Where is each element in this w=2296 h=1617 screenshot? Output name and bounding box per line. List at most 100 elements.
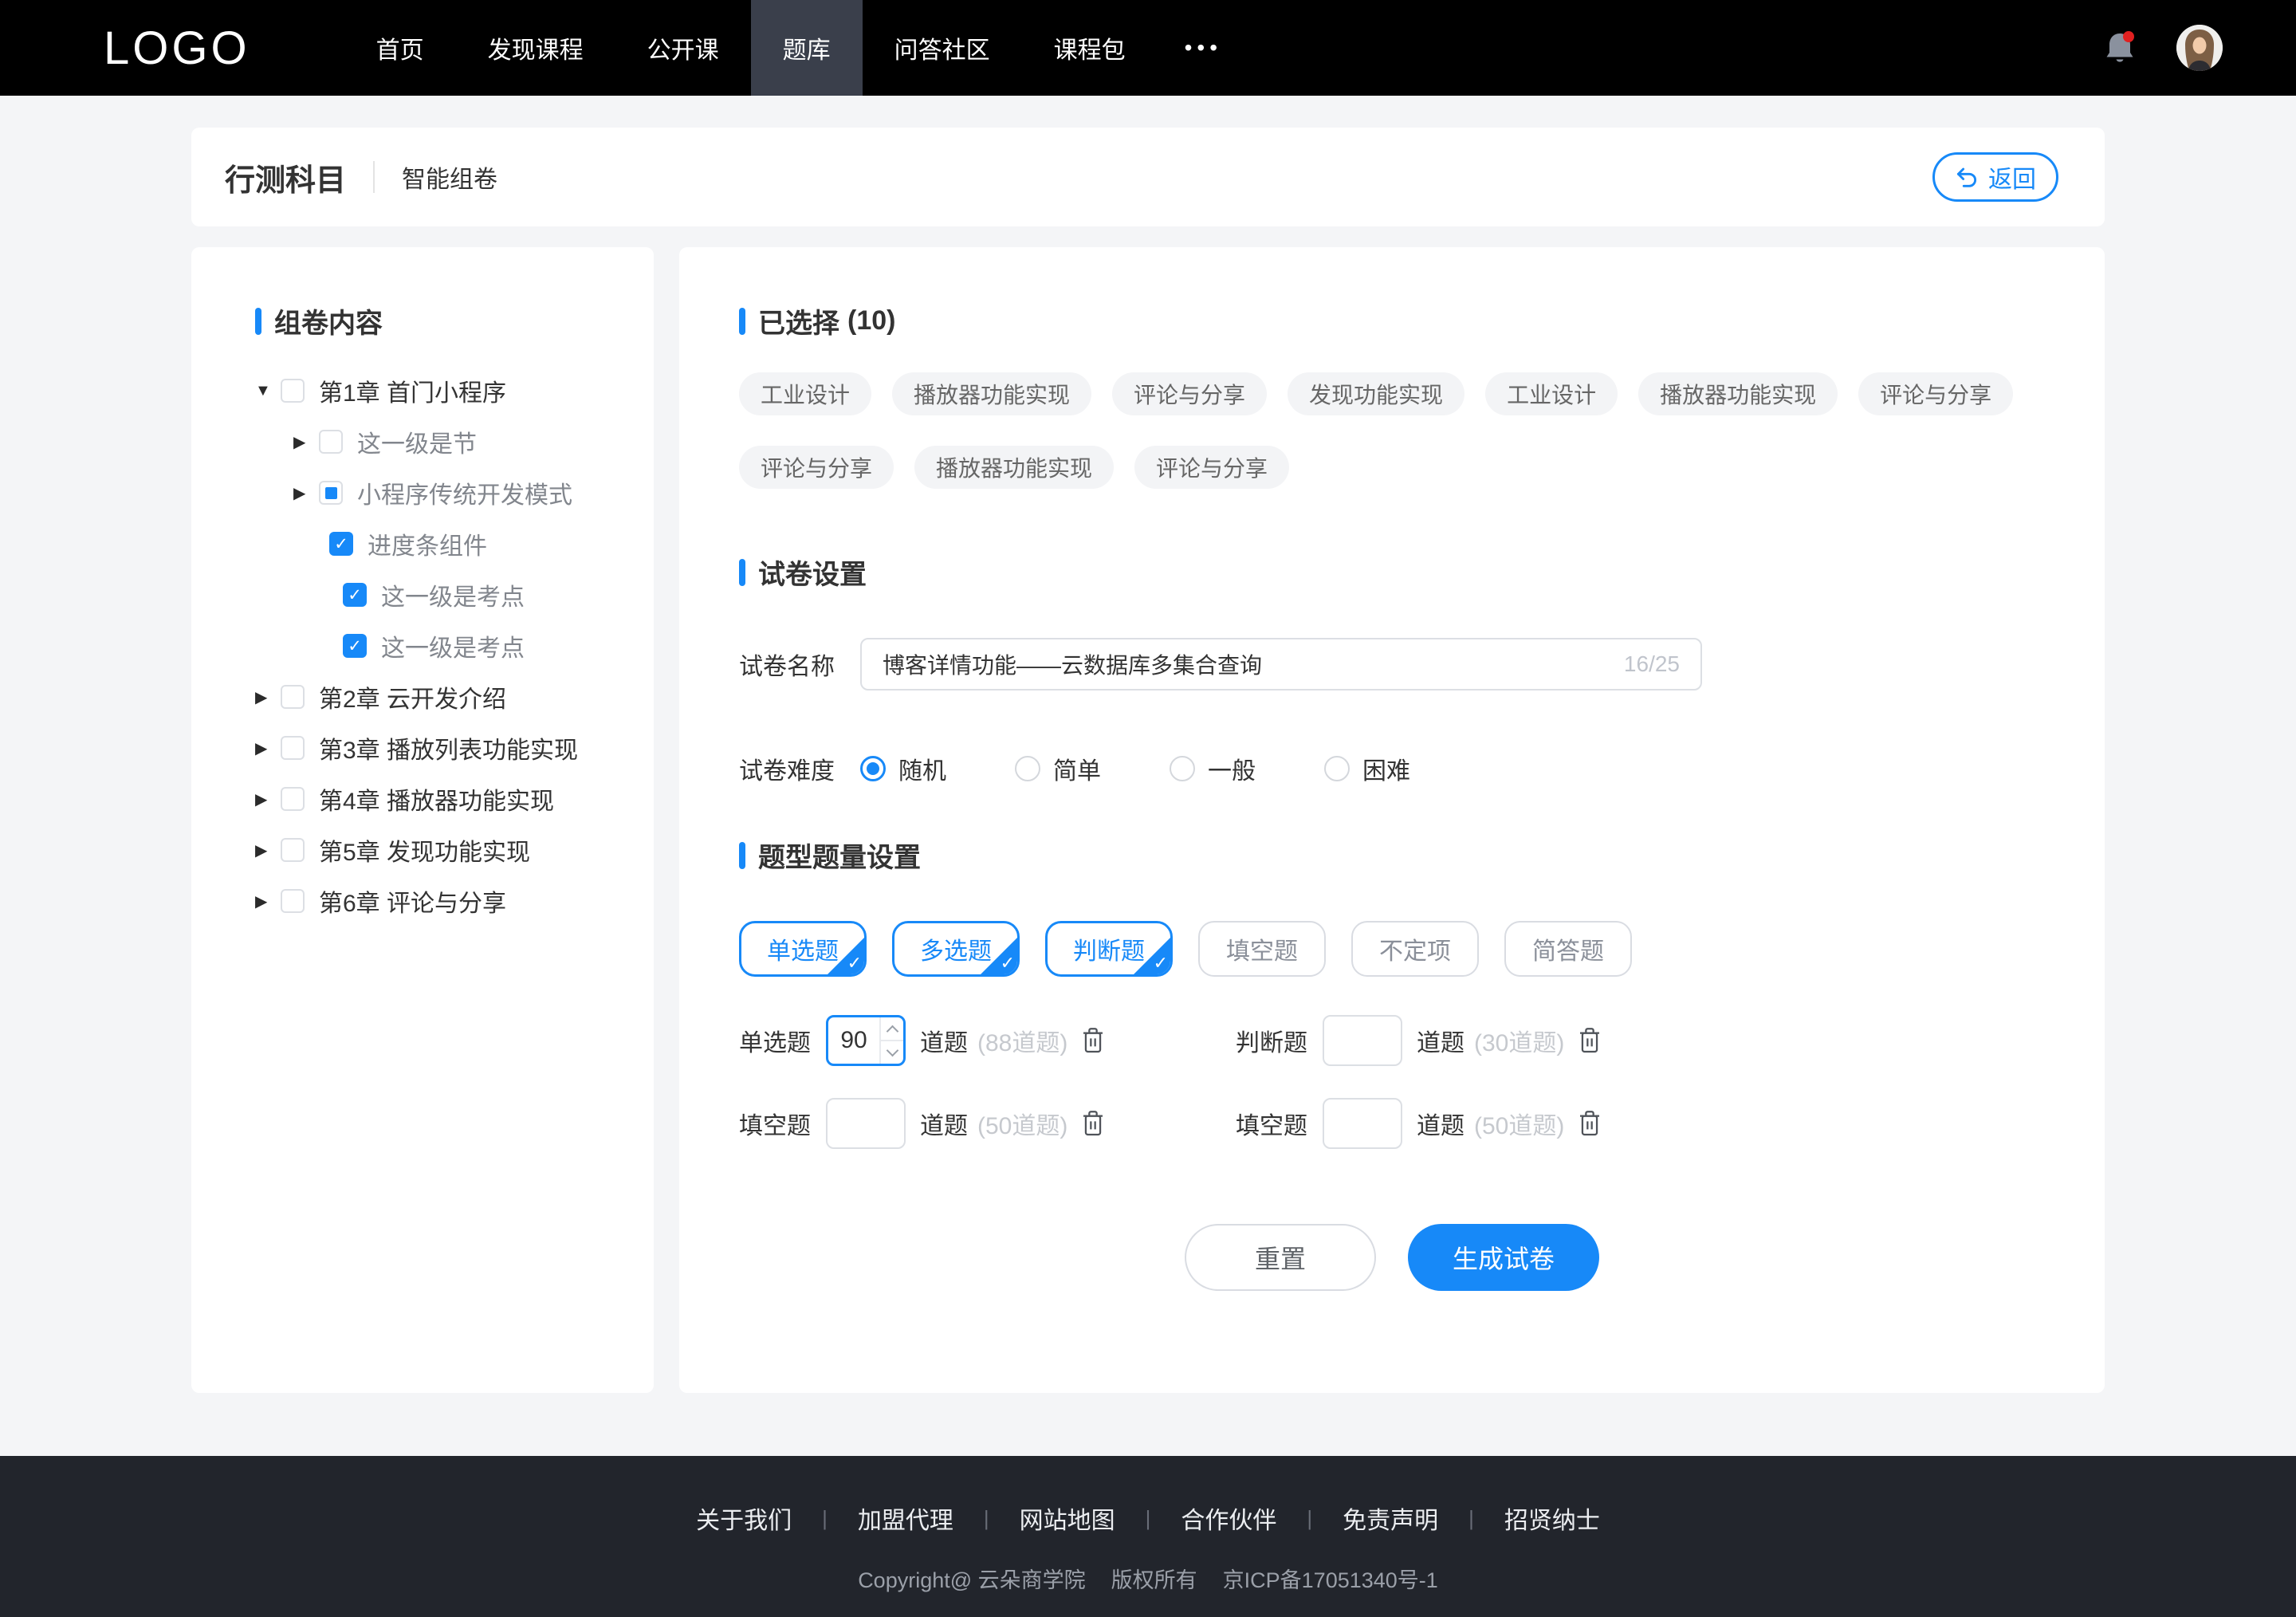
tree-node-label: 第2章 云开发介绍 bbox=[319, 687, 507, 713]
footer-link[interactable]: 加盟代理 bbox=[858, 1501, 953, 1536]
question-type-button[interactable]: 不定项 bbox=[1351, 921, 1479, 977]
tree-checkbox-checked[interactable]: ✓ bbox=[343, 583, 367, 607]
tree-collapse-icon[interactable]: ▼ bbox=[255, 382, 281, 400]
footer-link[interactable]: 合作伙伴 bbox=[1181, 1501, 1276, 1536]
tree-checkbox-checked[interactable]: ✓ bbox=[329, 532, 353, 556]
delete-row-button[interactable] bbox=[1577, 1109, 1602, 1138]
quantity-unit: 道题 bbox=[1417, 1030, 1464, 1056]
quantity-input[interactable] bbox=[1323, 1098, 1402, 1149]
tree-expand-icon[interactable]: ▶ bbox=[255, 891, 281, 911]
tree-expand-icon[interactable]: ▶ bbox=[255, 789, 281, 809]
nav-item[interactable]: 课程包 bbox=[1022, 0, 1158, 96]
tree-expand-icon[interactable]: ▶ bbox=[255, 687, 281, 707]
quantity-row: 填空题 道题 (50道题) bbox=[1236, 1098, 1732, 1149]
question-type-button[interactable]: 填空题 bbox=[1198, 921, 1326, 977]
difficulty-option[interactable]: 困难 bbox=[1324, 751, 1410, 786]
quantity-unit: 道题 bbox=[920, 1030, 968, 1056]
tree-checkbox-checked[interactable]: ✓ bbox=[343, 634, 367, 658]
quantity-input[interactable] bbox=[826, 1098, 906, 1149]
nav-more-button[interactable]: ••• bbox=[1158, 0, 1249, 96]
radio-icon[interactable] bbox=[1015, 756, 1040, 781]
selected-tag[interactable]: 播放器功能实现 bbox=[1638, 372, 1838, 415]
nav-item[interactable]: 问答社区 bbox=[863, 0, 1022, 96]
check-icon: ✓ bbox=[348, 636, 362, 655]
tree-row: ▼ 第1章 首门小程序 bbox=[255, 365, 630, 416]
stepper-down-button[interactable] bbox=[881, 1040, 903, 1064]
footer-link[interactable]: 网站地图 bbox=[1020, 1501, 1115, 1536]
quantity-row: 填空题 道题 (50道题) bbox=[739, 1098, 1236, 1149]
difficulty-option[interactable]: 随机 bbox=[860, 751, 946, 786]
tree-checkbox-unchecked[interactable] bbox=[281, 379, 305, 403]
section-accent-bar bbox=[739, 841, 745, 869]
indeterminate-mark bbox=[324, 486, 337, 499]
nav-item[interactable]: 公开课 bbox=[615, 0, 751, 96]
difficulty-option[interactable]: 简单 bbox=[1015, 751, 1101, 786]
tree-expand-icon[interactable]: ▶ bbox=[255, 840, 281, 860]
tree-checkbox-unchecked[interactable] bbox=[281, 736, 305, 760]
chevron-up-icon bbox=[886, 1025, 898, 1037]
footer-link[interactable]: 免责声明 bbox=[1343, 1501, 1438, 1536]
footer-link[interactable]: 关于我们 bbox=[696, 1501, 792, 1536]
trash-icon bbox=[1580, 1111, 1600, 1136]
selected-tag[interactable]: 工业设计 bbox=[739, 372, 872, 415]
back-button[interactable]: 返回 bbox=[1932, 152, 2058, 202]
tree-node-label: 小程序传统开发模式 bbox=[357, 482, 572, 509]
reset-button[interactable]: 重置 bbox=[1185, 1224, 1376, 1291]
radio-icon[interactable] bbox=[1170, 756, 1195, 781]
nav-menu: 首页 发现课程 公开课 题库 问答社区 课程包 bbox=[344, 0, 1158, 96]
generate-button[interactable]: 生成试卷 bbox=[1408, 1224, 1599, 1291]
tree-expand-icon[interactable]: ▶ bbox=[293, 483, 319, 503]
delete-row-button[interactable] bbox=[1080, 1109, 1106, 1138]
nav-item[interactable]: 发现课程 bbox=[456, 0, 615, 96]
content: 组卷内容 ▼ 第1章 首门小程序 ▶ 这一级是节 ▶ 小程序传统开发模式 ✓ 进度条组件 ✓ 这一… bbox=[191, 247, 2105, 1393]
tree-checkbox-unchecked[interactable] bbox=[281, 838, 305, 862]
tree-checkbox-unchecked[interactable] bbox=[281, 889, 305, 913]
paper-name-input[interactable]: 博客详情功能——云数据库多集合查询 16/25 bbox=[860, 638, 1702, 690]
selected-tag[interactable]: 评论与分享 bbox=[1134, 446, 1290, 489]
nav-item[interactable]: 首页 bbox=[344, 0, 456, 96]
notification-bell-icon[interactable] bbox=[2103, 29, 2137, 67]
delete-row-button[interactable] bbox=[1577, 1026, 1602, 1055]
selected-tag[interactable]: 评论与分享 bbox=[739, 446, 894, 489]
question-type-button[interactable]: 多选题 ✓ bbox=[892, 921, 1020, 977]
tree-row: ▶ 第3章 播放列表功能实现 bbox=[255, 722, 630, 773]
footer-link-separator: | bbox=[1307, 1505, 1313, 1530]
selected-tag[interactable]: 播放器功能实现 bbox=[914, 446, 1115, 489]
tree-checkbox-unchecked[interactable] bbox=[281, 685, 305, 709]
radio-icon[interactable] bbox=[1324, 756, 1350, 781]
footer-link[interactable]: 招贤纳士 bbox=[1504, 1501, 1600, 1536]
tree-checkbox-unchecked[interactable] bbox=[319, 430, 343, 454]
user-avatar[interactable] bbox=[2176, 25, 2223, 71]
quantity-row: 单选题 90 道题 (88道题) bbox=[739, 1015, 1236, 1066]
selected-tag[interactable]: 评论与分享 bbox=[1112, 372, 1268, 415]
copyright-text: 京ICP备17051340号-1 bbox=[1222, 1568, 1438, 1592]
selected-section-title: 已选择 (10) bbox=[739, 301, 2045, 340]
tree-expand-icon[interactable]: ▶ bbox=[293, 432, 319, 452]
selected-tag[interactable]: 播放器功能实现 bbox=[892, 372, 1092, 415]
delete-row-button[interactable] bbox=[1080, 1026, 1106, 1055]
paper-name-row: 试卷名称 博客详情功能——云数据库多集合查询 16/25 bbox=[739, 638, 2045, 690]
footer: 关于我们 | 加盟代理 | 网站地图 | 合作伙伴 | 免责声明 | 招贤纳士 Copyright@… bbox=[0, 1456, 2296, 1617]
difficulty-option[interactable]: 一般 bbox=[1170, 751, 1256, 786]
selected-tag[interactable]: 评论与分享 bbox=[1858, 372, 2014, 415]
radio-selected-icon[interactable] bbox=[860, 756, 886, 781]
question-type-button[interactable]: 判断题 ✓ bbox=[1045, 921, 1173, 977]
stepper-up-button[interactable] bbox=[881, 1017, 903, 1040]
difficulty-option-label: 一般 bbox=[1208, 758, 1256, 785]
tree-node-label: 第5章 发现功能实现 bbox=[319, 840, 531, 866]
quantity-input[interactable]: 90 bbox=[826, 1015, 906, 1066]
question-type-label: 不定项 bbox=[1379, 938, 1451, 965]
paper-settings-section-title: 试卷设置 bbox=[739, 553, 2045, 592]
selected-tag[interactable]: 工业设计 bbox=[1485, 372, 1618, 415]
tree-checkbox-unchecked[interactable] bbox=[281, 787, 305, 811]
undo-arrow-icon bbox=[1956, 167, 1976, 187]
nav-item[interactable]: 题库 bbox=[750, 0, 863, 96]
selected-tag[interactable]: 发现功能实现 bbox=[1288, 372, 1465, 415]
quantity-value: 90 bbox=[840, 1027, 867, 1053]
question-type-button[interactable]: 简答题 bbox=[1504, 921, 1632, 977]
tree-expand-icon[interactable]: ▶ bbox=[255, 738, 281, 758]
quantity-input[interactable] bbox=[1323, 1015, 1402, 1066]
tree-checkbox-indeterminate[interactable] bbox=[319, 481, 343, 505]
question-type-button[interactable]: 单选题 ✓ bbox=[739, 921, 867, 977]
selected-title: 已选择 bbox=[758, 309, 839, 339]
